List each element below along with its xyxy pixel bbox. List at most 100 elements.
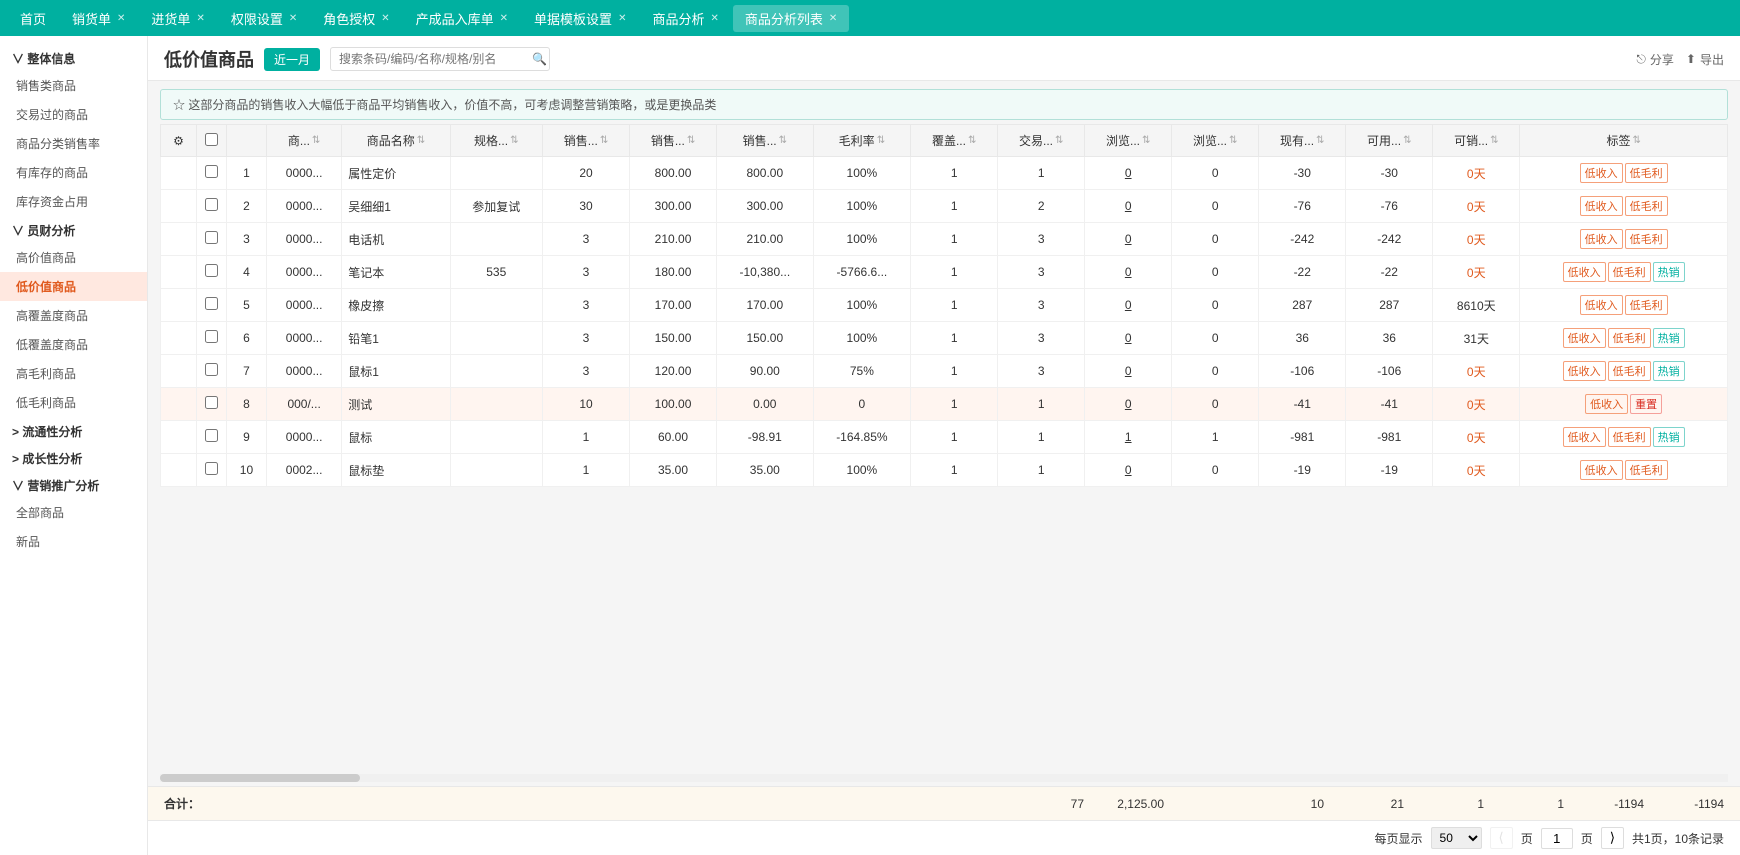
close-icon[interactable]: ✕ bbox=[289, 13, 297, 24]
row-browse-link[interactable]: 0 bbox=[1085, 355, 1172, 388]
sidebar-item-low-value[interactable]: 低价值商品 bbox=[0, 272, 147, 301]
tag-badge: 低收入 bbox=[1580, 163, 1623, 183]
sidebar-group-liquidity[interactable]: > 流通性分析 bbox=[0, 417, 147, 444]
row-checkbox-cell[interactable] bbox=[197, 454, 227, 487]
sidebar-item-low-coverage[interactable]: 低覆盖度商品 bbox=[0, 330, 147, 359]
row-days: 0天 bbox=[1433, 256, 1520, 289]
row-checkbox-cell[interactable] bbox=[197, 157, 227, 190]
nav-product-analysis-list[interactable]: 商品分析列表 ✕ bbox=[733, 5, 849, 32]
content-area: 低价值商品 近一月 🔍 ⎋ 分享 ⬆ 导出 ☆ 这部分商品的销售收入大幅低于商品… bbox=[148, 36, 1740, 855]
nav-home[interactable]: 首页 bbox=[8, 5, 58, 32]
export-button[interactable]: ⬆ 导出 bbox=[1686, 51, 1724, 68]
totals-col7: 1 bbox=[1504, 797, 1564, 811]
row-checkbox-cell[interactable] bbox=[197, 421, 227, 454]
nav-permission[interactable]: 权限设置 ✕ bbox=[219, 5, 309, 32]
sidebar-item-category-sales-rate[interactable]: 商品分类销售率 bbox=[0, 129, 147, 158]
row-col-0: 3 bbox=[543, 355, 630, 388]
row-checkbox[interactable] bbox=[205, 462, 218, 475]
nav-product-analysis[interactable]: 商品分析 ✕ bbox=[640, 5, 730, 32]
tag-badge: 热销 bbox=[1653, 427, 1685, 447]
search-input[interactable] bbox=[330, 47, 550, 71]
filter-month-button[interactable]: 近一月 bbox=[264, 48, 320, 71]
row-checkbox[interactable] bbox=[205, 297, 218, 310]
nav-product-inbound[interactable]: 产成品入库单 ✕ bbox=[404, 5, 520, 32]
close-icon[interactable]: ✕ bbox=[196, 13, 204, 24]
row-col-5: 3 bbox=[998, 256, 1085, 289]
row-checkbox[interactable] bbox=[205, 396, 218, 409]
share-button[interactable]: ⎋ 分享 bbox=[1636, 51, 1674, 68]
row-col-1: 300.00 bbox=[630, 190, 717, 223]
row-checkbox-cell[interactable] bbox=[197, 355, 227, 388]
row-browse-link[interactable]: 0 bbox=[1085, 223, 1172, 256]
row-checkbox-cell[interactable] bbox=[197, 289, 227, 322]
nav-purchase-order[interactable]: 进货单 ✕ bbox=[139, 5, 216, 32]
row-name: 笔记本 bbox=[342, 256, 450, 289]
close-icon[interactable]: ✕ bbox=[829, 13, 837, 24]
row-browse-link[interactable]: 0 bbox=[1085, 190, 1172, 223]
select-all-checkbox[interactable] bbox=[205, 133, 218, 146]
nav-role-auth[interactable]: 角色授权 ✕ bbox=[311, 5, 401, 32]
nav-sales-order[interactable]: 销货单 ✕ bbox=[60, 5, 137, 32]
col-trade: 交易... ⇅ bbox=[998, 125, 1085, 157]
row-checkbox[interactable] bbox=[205, 330, 218, 343]
sidebar-item-traded-products[interactable]: 交易过的商品 bbox=[0, 100, 147, 129]
row-checkbox-cell[interactable] bbox=[197, 223, 227, 256]
row-checkbox[interactable] bbox=[205, 231, 218, 244]
row-browse-link[interactable]: 0 bbox=[1085, 256, 1172, 289]
sidebar-group-growth[interactable]: > 成长性分析 bbox=[0, 444, 147, 471]
close-icon[interactable]: ✕ bbox=[117, 13, 125, 24]
data-table-wrapper[interactable]: ⚙ 商... ⇅ 商品名称 ⇅ 规格... ⇅ 销售... ⇅ 销售... ⇅ … bbox=[160, 124, 1728, 774]
row-stock-col-1: -22 bbox=[1346, 256, 1433, 289]
sidebar-item-all-products[interactable]: 全部商品 bbox=[0, 498, 147, 527]
row-checkbox-cell[interactable] bbox=[197, 388, 227, 421]
tag-badge: 低毛利 bbox=[1608, 427, 1651, 447]
per-page-select[interactable]: 50 100 bbox=[1431, 827, 1482, 849]
next-page-button[interactable]: ⟩ bbox=[1601, 827, 1624, 849]
row-spec bbox=[450, 289, 542, 322]
first-page-button[interactable]: ⟨ bbox=[1490, 827, 1513, 849]
col-checkbox[interactable] bbox=[197, 125, 227, 157]
page-number-input[interactable] bbox=[1541, 828, 1573, 849]
close-icon[interactable]: ✕ bbox=[618, 13, 626, 24]
row-col-3: 100% bbox=[813, 454, 911, 487]
horizontal-scrollbar[interactable] bbox=[160, 774, 1728, 782]
sidebar-item-new-products[interactable]: 新品 bbox=[0, 527, 147, 556]
row-checkbox[interactable] bbox=[205, 429, 218, 442]
row-checkbox[interactable] bbox=[205, 198, 218, 211]
row-browse-link[interactable]: 1 bbox=[1085, 421, 1172, 454]
sidebar-item-stock-capital[interactable]: 库存资金占用 bbox=[0, 187, 147, 216]
row-checkbox[interactable] bbox=[205, 264, 218, 277]
sidebar-item-sales-products[interactable]: 销售类商品 bbox=[0, 71, 147, 100]
tag-badge: 低毛利 bbox=[1625, 196, 1668, 216]
col-browse1: 浏览... ⇅ bbox=[1085, 125, 1172, 157]
row-name: 橡皮擦 bbox=[342, 289, 450, 322]
row-browse-link[interactable]: 0 bbox=[1085, 157, 1172, 190]
nav-template-settings[interactable]: 单据模板设置 ✕ bbox=[522, 5, 638, 32]
row-col-2: -98.91 bbox=[717, 421, 814, 454]
page-header: 低价值商品 近一月 🔍 ⎋ 分享 ⬆ 导出 bbox=[148, 36, 1740, 81]
sidebar-item-low-profit[interactable]: 低毛利商品 bbox=[0, 388, 147, 417]
table-row: 20000...吴细细1参加复试30300.00300.00100%1200-7… bbox=[161, 190, 1728, 223]
row-browse-link[interactable]: 0 bbox=[1085, 289, 1172, 322]
scrollbar-thumb[interactable] bbox=[160, 774, 360, 782]
row-checkbox-cell[interactable] bbox=[197, 190, 227, 223]
sidebar-item-high-profit[interactable]: 高毛利商品 bbox=[0, 359, 147, 388]
share-icon: ⎋ bbox=[1636, 52, 1646, 67]
row-browse-link[interactable]: 0 bbox=[1085, 388, 1172, 421]
col-settings[interactable]: ⚙ bbox=[161, 125, 197, 157]
close-icon[interactable]: ✕ bbox=[500, 13, 508, 24]
close-icon[interactable]: ✕ bbox=[381, 13, 389, 24]
row-tags: 低收入低毛利热销 bbox=[1520, 322, 1728, 355]
row-browse-link[interactable]: 0 bbox=[1085, 454, 1172, 487]
row-checkbox[interactable] bbox=[205, 363, 218, 376]
totals-label: 合计： bbox=[164, 795, 200, 812]
sidebar-item-high-value[interactable]: 高价值商品 bbox=[0, 243, 147, 272]
settings-icon[interactable]: ⚙ bbox=[173, 134, 184, 148]
close-icon[interactable]: ✕ bbox=[710, 13, 718, 24]
row-checkbox-cell[interactable] bbox=[197, 322, 227, 355]
row-checkbox[interactable] bbox=[205, 165, 218, 178]
sidebar-item-high-coverage[interactable]: 高覆盖度商品 bbox=[0, 301, 147, 330]
row-browse-link[interactable]: 0 bbox=[1085, 322, 1172, 355]
row-checkbox-cell[interactable] bbox=[197, 256, 227, 289]
sidebar-item-stock-products[interactable]: 有库存的商品 bbox=[0, 158, 147, 187]
